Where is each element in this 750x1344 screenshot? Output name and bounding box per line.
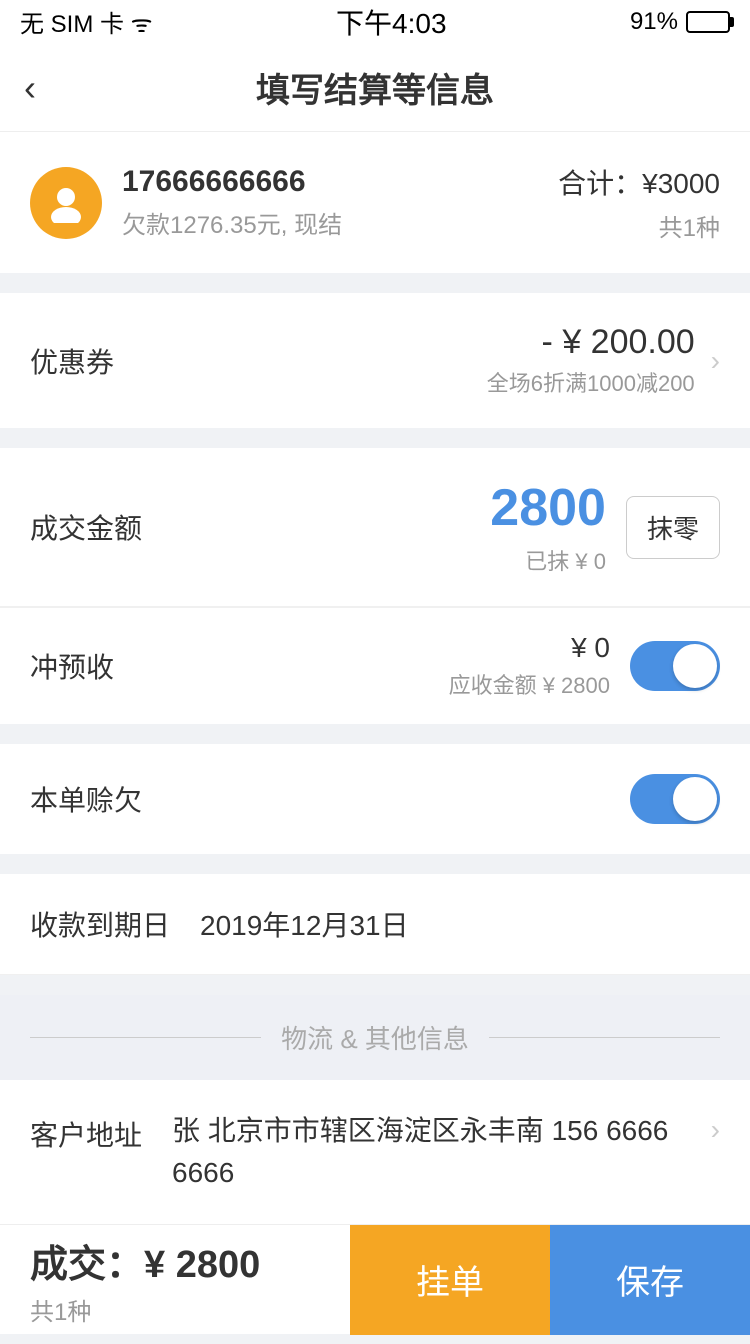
prepay-amount: ¥ 0 bbox=[449, 632, 610, 664]
customer-left: 17666666666 欠款1276.35元, 现结 bbox=[30, 165, 342, 240]
duedate-value: 2019年12月31日 bbox=[200, 904, 409, 944]
logistics-divider: 物流 & 其他信息 bbox=[0, 995, 750, 1080]
address-chevron-icon: › bbox=[711, 1110, 720, 1146]
transaction-section: 成交金额 2800 已抹 ¥ 0 抹零 冲预收 ¥ 0 应收金额 ¥ 2800 bbox=[0, 448, 750, 724]
prepay-toggle[interactable] bbox=[630, 641, 720, 691]
customer-info: 17666666666 欠款1276.35元, 现结 bbox=[122, 165, 342, 240]
avatar bbox=[30, 167, 102, 239]
battery-icon bbox=[686, 11, 730, 33]
status-time: 下午4:03 bbox=[336, 2, 447, 42]
bottom-bar: 成交：¥ 2800 共1种 挂单 保存 bbox=[0, 1224, 750, 1334]
battery-percent: 91% bbox=[630, 8, 678, 36]
status-bar: 无 SIM 卡 ᯤ 下午4:03 91% bbox=[0, 0, 750, 44]
round-button[interactable]: 抹零 bbox=[626, 496, 720, 559]
debit-section: 本单赊欠 bbox=[0, 744, 750, 854]
prepay-toggle-knob bbox=[673, 644, 717, 688]
customer-phone: 17666666666 bbox=[122, 165, 342, 199]
coupon-chevron-icon: › bbox=[711, 345, 720, 377]
main-content: 17666666666 欠款1276.35元, 现结 合计：¥3000 共1种 … bbox=[0, 132, 750, 1344]
customer-debt: 欠款1276.35元, 现结 bbox=[122, 205, 342, 240]
transaction-value: 2800 bbox=[490, 478, 606, 538]
prepay-total: 应收金额 ¥ 2800 bbox=[449, 668, 610, 700]
divider-line-left bbox=[30, 1037, 261, 1038]
address-value: 张 北京市市辖区海淀区永丰南 156 6666 6666 bbox=[172, 1110, 701, 1194]
page-title: 填写结算等信息 bbox=[256, 63, 494, 112]
prepay-row: 冲预收 ¥ 0 应收金额 ¥ 2800 bbox=[0, 607, 750, 724]
back-button[interactable]: ‹ bbox=[24, 67, 36, 109]
duedate-label: 收款到期日 bbox=[30, 904, 170, 944]
bottom-transaction-label: 成交： bbox=[30, 1244, 144, 1286]
transaction-sub: 已抹 ¥ 0 bbox=[490, 544, 606, 576]
status-right: 91% bbox=[630, 8, 730, 36]
address-section[interactable]: 客户地址 张 北京市市辖区海淀区永丰南 156 6666 6666 › bbox=[0, 1080, 750, 1224]
bottom-amount: 成交：¥ 2800 bbox=[30, 1233, 320, 1288]
divider-line-right bbox=[489, 1037, 720, 1038]
transaction-right: 2800 已抹 ¥ 0 抹零 bbox=[490, 478, 720, 576]
coupon-row[interactable]: 优惠券 - ¥ 200.00 全场6折满1000减200 › bbox=[0, 293, 750, 428]
customer-card: 17666666666 欠款1276.35元, 现结 合计：¥3000 共1种 bbox=[0, 132, 750, 273]
coupon-right: - ¥ 200.00 全场6折满1000减200 › bbox=[487, 323, 720, 398]
debit-toggle-knob bbox=[673, 777, 717, 821]
person-icon bbox=[46, 183, 86, 223]
bottom-info: 成交：¥ 2800 共1种 bbox=[0, 1233, 350, 1327]
save-button[interactable]: 保存 bbox=[550, 1225, 750, 1335]
prepay-label: 冲预收 bbox=[30, 646, 114, 686]
debit-label: 本单赊欠 bbox=[30, 779, 142, 819]
prepay-right: ¥ 0 应收金额 ¥ 2800 bbox=[449, 632, 720, 700]
coupon-label: 优惠券 bbox=[30, 341, 114, 381]
debit-toggle[interactable] bbox=[630, 774, 720, 824]
coupon-info: - ¥ 200.00 全场6折满1000减200 bbox=[487, 323, 695, 398]
transaction-row: 成交金额 2800 已抹 ¥ 0 抹零 bbox=[0, 448, 750, 607]
sim-label: 无 SIM 卡 ᯤ bbox=[20, 4, 153, 40]
duedate-section: 收款到期日 2019年12月31日 bbox=[0, 874, 750, 975]
status-left: 无 SIM 卡 ᯤ bbox=[20, 4, 153, 40]
customer-count: 共1种 bbox=[558, 208, 720, 243]
address-label: 客户地址 bbox=[30, 1110, 142, 1154]
bottom-count: 共1种 bbox=[30, 1292, 320, 1327]
customer-right: 合计：¥3000 共1种 bbox=[558, 162, 720, 243]
coupon-amount: - ¥ 200.00 bbox=[487, 323, 695, 362]
bottom-amount-value: ¥ 2800 bbox=[144, 1244, 260, 1286]
customer-total: 合计：¥3000 bbox=[558, 162, 720, 202]
coupon-section: 优惠券 - ¥ 200.00 全场6折满1000减200 › bbox=[0, 293, 750, 428]
coupon-desc: 全场6折满1000减200 bbox=[487, 366, 695, 398]
nav-bar: ‹ 填写结算等信息 bbox=[0, 44, 750, 132]
transaction-label: 成交金额 bbox=[30, 507, 142, 547]
transaction-value-wrap: 2800 已抹 ¥ 0 bbox=[490, 478, 606, 576]
hold-button[interactable]: 挂单 bbox=[350, 1225, 550, 1335]
logistics-label: 物流 & 其他信息 bbox=[261, 1019, 489, 1056]
prepay-values: ¥ 0 应收金额 ¥ 2800 bbox=[449, 632, 610, 700]
